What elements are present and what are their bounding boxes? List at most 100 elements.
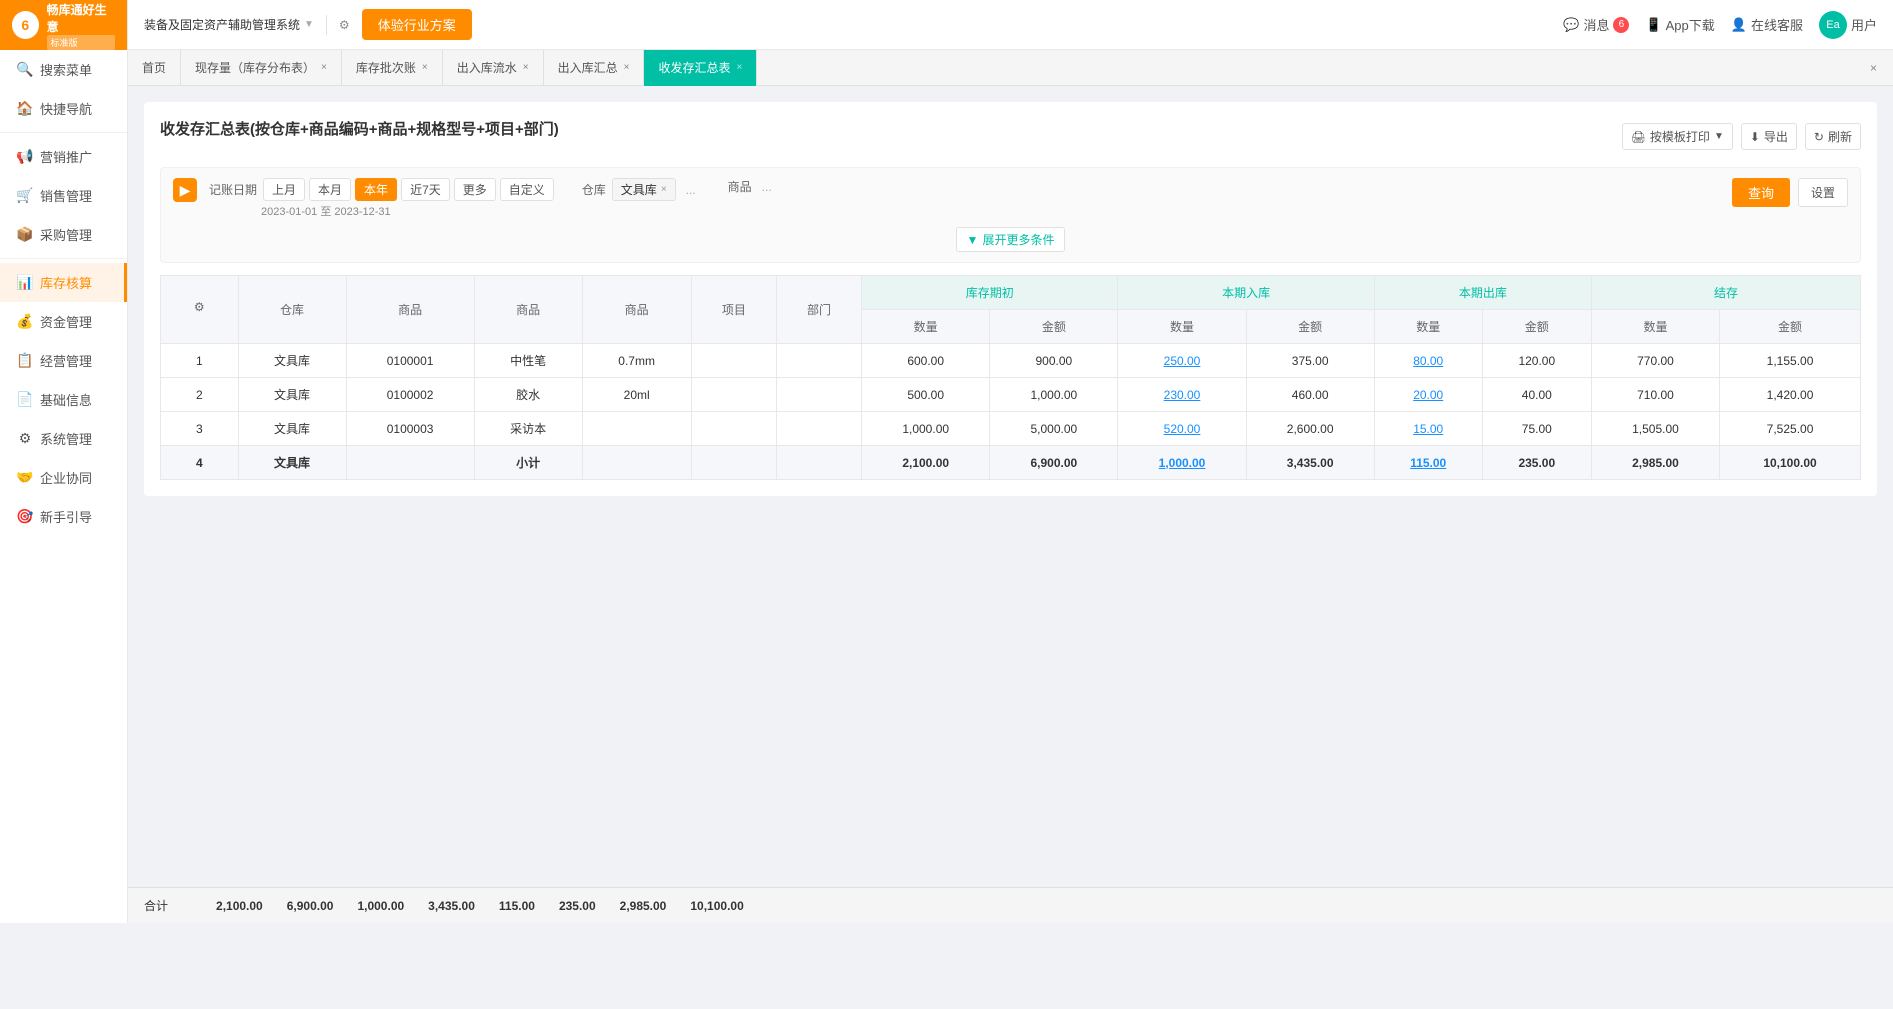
date-btn-this-month[interactable]: 本月 bbox=[309, 178, 351, 201]
code-col-header: 商品 bbox=[346, 276, 474, 344]
row-project bbox=[691, 378, 776, 412]
spec-col-header: 商品 bbox=[582, 276, 691, 344]
tab-close-5[interactable]: × bbox=[736, 62, 742, 73]
tab-close-4[interactable]: × bbox=[624, 62, 630, 73]
goods-filter-more[interactable]: ... bbox=[758, 180, 776, 194]
row-in-qty[interactable]: 520.00 bbox=[1118, 412, 1246, 446]
out-qty-link[interactable]: 115.00 bbox=[1410, 456, 1446, 470]
tab-0[interactable]: 首页 bbox=[128, 50, 181, 86]
service-icon: 👤 bbox=[1731, 17, 1747, 33]
row-spec: 20ml bbox=[582, 378, 691, 412]
nav-label-basic: 基础信息 bbox=[40, 390, 92, 409]
date-btn-this-year[interactable]: 本年 bbox=[355, 178, 397, 201]
sidebar-item-quick-nav[interactable]: 🏠 快捷导航 bbox=[0, 89, 127, 128]
nav-label-system: 系统管理 bbox=[40, 429, 92, 448]
tab-5[interactable]: 收发存汇总表× bbox=[644, 50, 757, 86]
phone-icon: 📱 bbox=[1645, 17, 1661, 33]
row-out-qty[interactable]: 15.00 bbox=[1374, 412, 1482, 446]
tab-3[interactable]: 出入库流水× bbox=[443, 50, 544, 86]
date-btn-custom[interactable]: 自定义 bbox=[500, 178, 554, 201]
row-bal-qty: 770.00 bbox=[1591, 344, 1719, 378]
sidebar-item-inventory[interactable]: 📊 库存核算 bbox=[0, 263, 127, 302]
nav-icon-operations: 📋 bbox=[16, 352, 34, 370]
nav-label-purchase: 采购管理 bbox=[40, 225, 92, 244]
filter-collapse-btn[interactable]: ▶ bbox=[173, 178, 197, 202]
bottom-bar: 合计 2,100.00 6,900.00 1,000.00 3,435.00 1… bbox=[128, 887, 1893, 923]
message-btn[interactable]: 💬 消息 6 bbox=[1563, 15, 1629, 34]
row-out-qty[interactable]: 115.00 bbox=[1374, 446, 1482, 480]
warehouse-tag-close[interactable]: × bbox=[661, 184, 667, 195]
in-qty-link[interactable]: 250.00 bbox=[1164, 354, 1201, 368]
tab-close-3[interactable]: × bbox=[523, 62, 529, 73]
system-title[interactable]: 装备及固定资产辅助管理系统 ▼ bbox=[144, 16, 314, 33]
in-qty-link[interactable]: 520.00 bbox=[1164, 422, 1201, 436]
topbar-left: 装备及固定资产辅助管理系统 ▼ ⚙ 体验行业方案 bbox=[144, 9, 472, 40]
out-qty-link[interactable]: 20.00 bbox=[1413, 388, 1443, 402]
row-in-qty[interactable]: 230.00 bbox=[1118, 378, 1246, 412]
nav-label-sales: 销售管理 bbox=[40, 186, 92, 205]
in-amt-header: 金额 bbox=[1246, 310, 1374, 344]
out-qty-link[interactable]: 80.00 bbox=[1413, 354, 1443, 368]
tab-1[interactable]: 现存量（库存分布表）× bbox=[181, 50, 342, 86]
table-row: 3 文具库 0100003 采访本 1,000.00 5,000.00 520.… bbox=[161, 412, 1861, 446]
row-in-qty[interactable]: 1,000.00 bbox=[1118, 446, 1246, 480]
tab-2[interactable]: 库存批次账× bbox=[342, 50, 443, 86]
sidebar-item-sales[interactable]: 🛒 销售管理 bbox=[0, 176, 127, 215]
sidebar-item-guide[interactable]: 🎯 新手引导 bbox=[0, 497, 127, 536]
nav-icon-enterprise: 🤝 bbox=[16, 469, 34, 487]
row-out-qty[interactable]: 20.00 bbox=[1374, 378, 1482, 412]
query-btn[interactable]: 查询 bbox=[1732, 178, 1790, 207]
row-no: 1 bbox=[161, 344, 239, 378]
row-no: 2 bbox=[161, 378, 239, 412]
gear-icon[interactable]: ⚙ bbox=[339, 18, 350, 32]
tab-label-4: 出入库汇总 bbox=[558, 59, 618, 76]
in-qty-link[interactable]: 230.00 bbox=[1164, 388, 1201, 402]
trial-btn[interactable]: 体验行业方案 bbox=[362, 9, 472, 40]
nav-icon-search: 🔍 bbox=[16, 61, 34, 79]
setting-btn[interactable]: 设置 bbox=[1798, 178, 1848, 207]
online-service-btn[interactable]: 👤 在线客服 bbox=[1731, 15, 1803, 34]
row-bal-qty: 1,505.00 bbox=[1591, 412, 1719, 446]
date-btn-last-month[interactable]: 上月 bbox=[263, 178, 305, 201]
warehouse-filter-tag[interactable]: 文具库 × bbox=[612, 178, 676, 201]
nav-label-enterprise: 企业协同 bbox=[40, 468, 92, 487]
row-open-qty: 2,100.00 bbox=[862, 446, 990, 480]
export-icon: ⬇ bbox=[1750, 130, 1760, 144]
refresh-btn[interactable]: ↻ 刷新 bbox=[1805, 123, 1861, 150]
sidebar-item-enterprise[interactable]: 🤝 企业协同 bbox=[0, 458, 127, 497]
sidebar-item-finance[interactable]: 💰 资金管理 bbox=[0, 302, 127, 341]
total-out-amt: 235.00 bbox=[559, 899, 596, 913]
close-all-tabs-btn[interactable]: × bbox=[1870, 61, 1893, 75]
settings-col-header[interactable]: ⚙ bbox=[161, 276, 239, 344]
warehouse-label: 仓库 bbox=[582, 181, 606, 198]
sidebar-item-purchase[interactable]: 📦 采购管理 bbox=[0, 215, 127, 254]
date-btn-more[interactable]: 更多 bbox=[454, 178, 496, 201]
date-btn-7days[interactable]: 近7天 bbox=[401, 178, 450, 201]
row-bal-amt: 1,420.00 bbox=[1720, 378, 1861, 412]
topbar-right: 💬 消息 6 📱 App下载 👤 在线客服 Ea 用户 bbox=[1563, 11, 1877, 39]
sidebar-item-search[interactable]: 🔍 搜索菜单 bbox=[0, 50, 127, 89]
user-btn[interactable]: Ea 用户 bbox=[1819, 11, 1877, 39]
row-open-amt: 900.00 bbox=[990, 344, 1118, 378]
warehouse-filter-more[interactable]: ... bbox=[682, 183, 700, 197]
sidebar-item-operations[interactable]: 📋 经营管理 bbox=[0, 341, 127, 380]
expand-filter-btn[interactable]: ▼ 展开更多条件 bbox=[956, 227, 1066, 252]
nav-label-quick-nav: 快捷导航 bbox=[40, 99, 92, 118]
tab-close-2[interactable]: × bbox=[422, 62, 428, 73]
main-content: 收发存汇总表(按仓库+商品编码+商品+规格型号+项目+部门) 🖨 按模板打印 ▼… bbox=[128, 86, 1893, 923]
tab-label-0: 首页 bbox=[142, 59, 166, 76]
sidebar-item-system[interactable]: ⚙ 系统管理 bbox=[0, 419, 127, 458]
sidebar-item-basic[interactable]: 📄 基础信息 bbox=[0, 380, 127, 419]
row-dept bbox=[776, 378, 861, 412]
export-btn[interactable]: ⬇ 导出 bbox=[1741, 123, 1797, 150]
in-qty-link[interactable]: 1,000.00 bbox=[1159, 456, 1206, 470]
tab-4[interactable]: 出入库汇总 × bbox=[544, 50, 645, 86]
row-in-qty[interactable]: 250.00 bbox=[1118, 344, 1246, 378]
out-qty-link[interactable]: 15.00 bbox=[1413, 422, 1443, 436]
tab-close-1[interactable]: × bbox=[321, 62, 327, 73]
app-download-btn[interactable]: 📱 App下载 bbox=[1645, 15, 1714, 34]
sidebar-item-marketing[interactable]: 📢 营销推广 bbox=[0, 137, 127, 176]
warehouse-col-header: 仓库 bbox=[238, 276, 346, 344]
print-btn[interactable]: 🖨 按模板打印 ▼ bbox=[1622, 123, 1733, 150]
row-out-qty[interactable]: 80.00 bbox=[1374, 344, 1482, 378]
